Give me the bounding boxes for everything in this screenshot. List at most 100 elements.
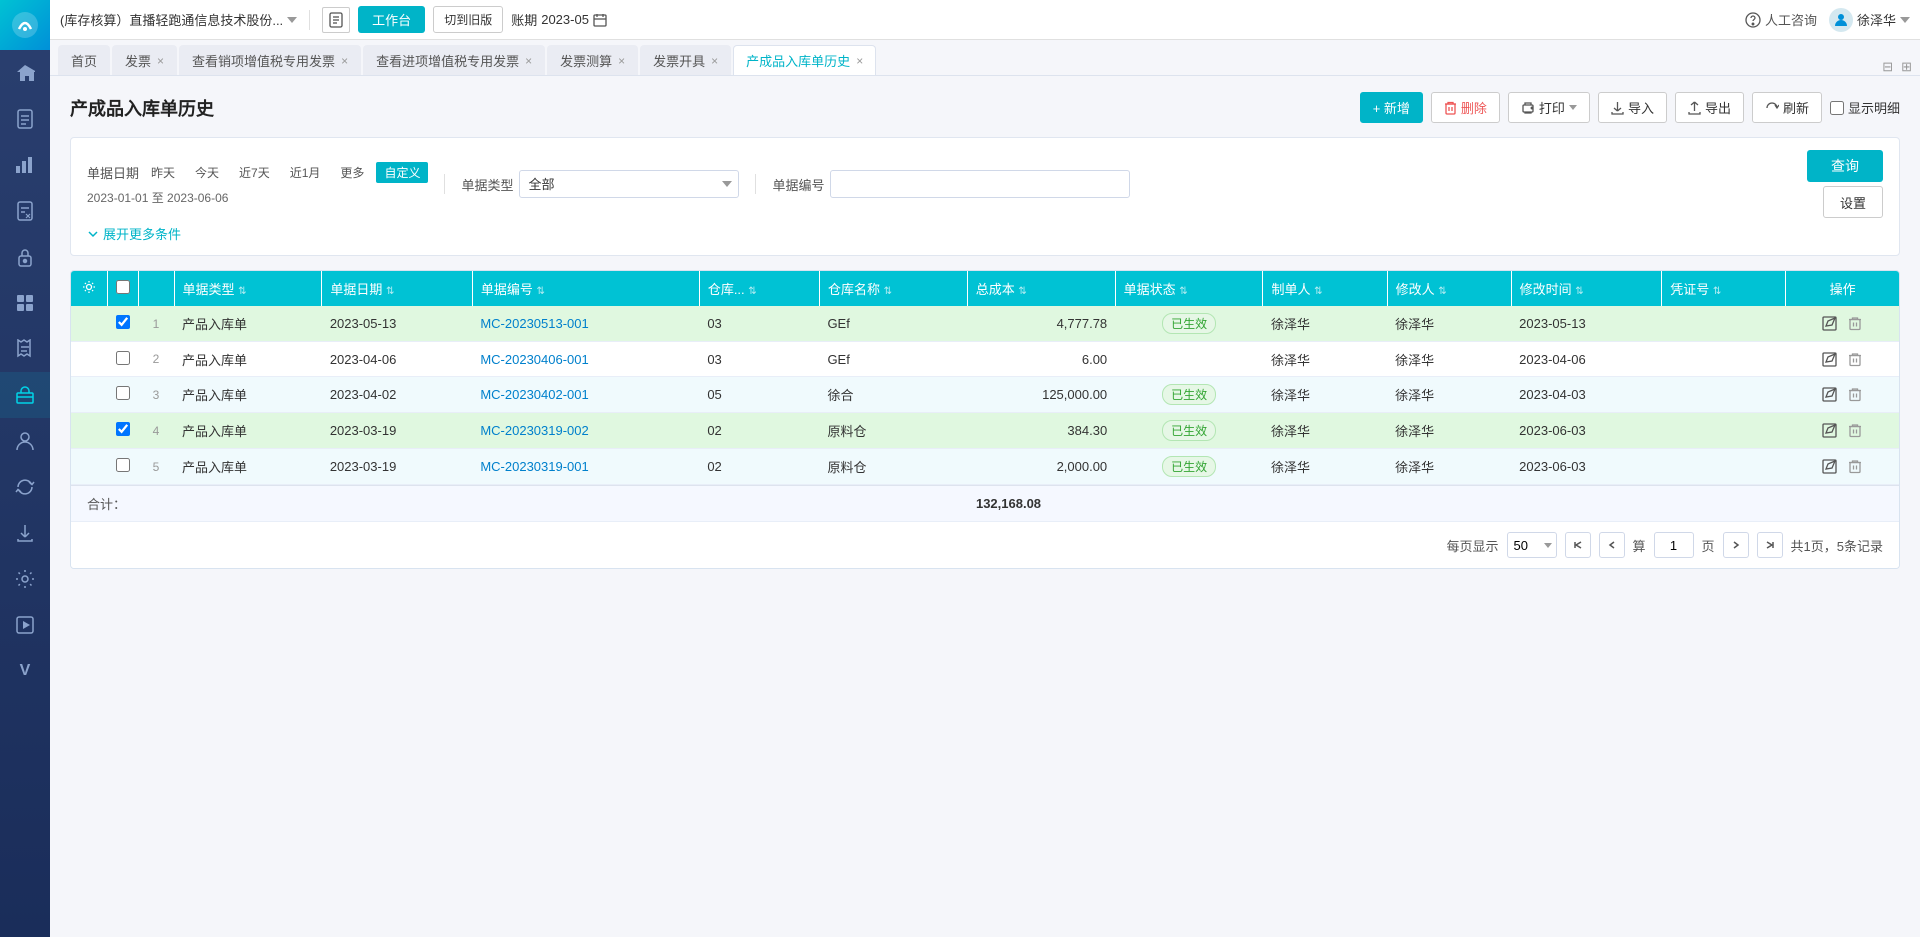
edit-icon[interactable] bbox=[1819, 314, 1839, 334]
delete-row-icon[interactable] bbox=[1845, 349, 1865, 369]
per-page-select[interactable]: 50 100 200 bbox=[1507, 532, 1557, 558]
date-custom[interactable]: 自定义 bbox=[376, 162, 428, 183]
page-prev-btn[interactable] bbox=[1599, 532, 1625, 558]
row-checkbox[interactable] bbox=[116, 386, 130, 400]
row-checkbox[interactable] bbox=[116, 351, 130, 365]
doc-number-link[interactable]: MC-20230402-001 bbox=[480, 387, 588, 402]
sidebar-item-grid[interactable] bbox=[0, 280, 50, 326]
page-last-btn[interactable] bbox=[1757, 532, 1783, 558]
sidebar-item-v[interactable]: V bbox=[0, 648, 50, 694]
sidebar-item-person[interactable] bbox=[0, 418, 50, 464]
row-checkbox[interactable] bbox=[116, 315, 130, 329]
th-modifier[interactable]: 修改人 ⇅ bbox=[1387, 271, 1511, 306]
tab-sales-vat[interactable]: 查看销项增值税专用发票 × bbox=[179, 45, 361, 75]
td-number[interactable]: MC-20230513-001 bbox=[472, 306, 699, 342]
edit-icon[interactable] bbox=[1819, 457, 1839, 477]
sidebar-item-sync[interactable] bbox=[0, 464, 50, 510]
tab-purchase-vat-close[interactable]: × bbox=[525, 54, 532, 68]
doc-number-link[interactable]: MC-20230513-001 bbox=[480, 316, 588, 331]
tab-home[interactable]: 首页 bbox=[58, 45, 110, 75]
tab-sales-vat-close[interactable]: × bbox=[341, 54, 348, 68]
th-creator[interactable]: 制单人 ⇅ bbox=[1263, 271, 1387, 306]
sidebar-item-tax[interactable] bbox=[0, 188, 50, 234]
sidebar-item-download[interactable] bbox=[0, 510, 50, 556]
th-warehouse-name[interactable]: 仓库名称 ⇅ bbox=[819, 271, 967, 306]
sidebar-item-home[interactable] bbox=[0, 50, 50, 96]
query-button[interactable]: 查询 bbox=[1807, 150, 1883, 182]
date-yesterday[interactable]: 昨天 bbox=[143, 162, 183, 183]
th-voucher[interactable]: 凭证号 ⇅ bbox=[1662, 271, 1786, 306]
set-button[interactable]: 设置 bbox=[1823, 186, 1883, 218]
tab-invoice-open[interactable]: 发票开具 × bbox=[640, 45, 731, 75]
refresh-button[interactable]: 刷新 bbox=[1752, 92, 1822, 123]
print-button[interactable]: 打印 bbox=[1508, 92, 1590, 123]
type-filter-select[interactable]: 全部 bbox=[519, 170, 739, 198]
select-all-checkbox[interactable] bbox=[116, 280, 130, 294]
date-1month[interactable]: 近1月 bbox=[282, 162, 329, 183]
app-logo[interactable] bbox=[0, 0, 50, 50]
th-warehouse-code[interactable]: 仓库... ⇅ bbox=[699, 271, 819, 306]
sidebar-item-receipt[interactable] bbox=[0, 326, 50, 372]
td-number[interactable]: MC-20230406-001 bbox=[472, 342, 699, 377]
tab-invoice-calc[interactable]: 发票测算 × bbox=[547, 45, 638, 75]
tab-invoice[interactable]: 发票 × bbox=[112, 45, 177, 75]
tab-invoice-close[interactable]: × bbox=[157, 54, 164, 68]
show-detail-checkbox[interactable] bbox=[1830, 101, 1844, 115]
workbench-button[interactable]: 工作台 bbox=[358, 6, 425, 33]
delete-row-icon[interactable] bbox=[1845, 421, 1865, 441]
td-checkbox[interactable] bbox=[107, 413, 138, 449]
sidebar-item-box[interactable] bbox=[0, 372, 50, 418]
th-total-cost[interactable]: 总成本 ⇅ bbox=[967, 271, 1115, 306]
th-number[interactable]: 单据编号 ⇅ bbox=[472, 271, 699, 306]
page-first-btn[interactable] bbox=[1565, 532, 1591, 558]
delete-row-icon[interactable] bbox=[1845, 385, 1865, 405]
th-date[interactable]: 单据日期 ⇅ bbox=[322, 271, 473, 306]
date-7days[interactable]: 近7天 bbox=[231, 162, 278, 183]
tab-purchase-vat[interactable]: 查看进项增值税专用发票 × bbox=[363, 45, 545, 75]
td-number[interactable]: MC-20230402-001 bbox=[472, 377, 699, 413]
tab-invoice-calc-close[interactable]: × bbox=[618, 54, 625, 68]
window-minimize-icon[interactable]: ⊟ bbox=[1882, 59, 1893, 75]
company-selector[interactable]: (库存核算）直播轻跑通信息技术股份... bbox=[60, 10, 297, 29]
sidebar-item-lock[interactable] bbox=[0, 234, 50, 280]
show-detail-toggle[interactable]: 显示明细 bbox=[1830, 98, 1900, 117]
td-checkbox[interactable] bbox=[107, 449, 138, 485]
sidebar-item-play[interactable] bbox=[0, 602, 50, 648]
row-checkbox[interactable] bbox=[116, 422, 130, 436]
th-checkbox[interactable] bbox=[107, 271, 138, 306]
doc-number-link[interactable]: MC-20230406-001 bbox=[480, 352, 588, 367]
row-checkbox[interactable] bbox=[116, 458, 130, 472]
doc-number-link[interactable]: MC-20230319-002 bbox=[480, 423, 588, 438]
td-checkbox[interactable] bbox=[107, 306, 138, 342]
date-today[interactable]: 今天 bbox=[187, 162, 227, 183]
th-status[interactable]: 单据状态 ⇅ bbox=[1115, 271, 1263, 306]
expand-more-conditions[interactable]: 展开更多条件 bbox=[87, 224, 1883, 243]
page-number-input[interactable] bbox=[1654, 532, 1694, 558]
td-checkbox[interactable] bbox=[107, 342, 138, 377]
page-next-btn[interactable] bbox=[1723, 532, 1749, 558]
tab-invoice-open-close[interactable]: × bbox=[711, 54, 718, 68]
number-filter-input[interactable] bbox=[830, 170, 1130, 198]
td-number[interactable]: MC-20230319-001 bbox=[472, 449, 699, 485]
history-version-button[interactable]: 切到旧版 bbox=[433, 6, 503, 33]
sidebar-item-docs[interactable] bbox=[0, 96, 50, 142]
date-more[interactable]: 更多 bbox=[332, 162, 372, 183]
th-settings[interactable] bbox=[71, 271, 107, 306]
edit-icon[interactable] bbox=[1819, 421, 1839, 441]
sidebar-item-settings[interactable] bbox=[0, 556, 50, 602]
th-modify-time[interactable]: 修改时间 ⇅ bbox=[1511, 271, 1662, 306]
edit-icon[interactable] bbox=[1819, 349, 1839, 369]
sidebar-item-chart[interactable] bbox=[0, 142, 50, 188]
export-button[interactable]: 导出 bbox=[1675, 92, 1744, 123]
window-maximize-icon[interactable]: ⊞ bbox=[1901, 59, 1912, 75]
document-icon-btn[interactable] bbox=[322, 7, 350, 33]
edit-icon[interactable] bbox=[1819, 385, 1839, 405]
tab-product-history-close[interactable]: × bbox=[856, 54, 863, 68]
delete-row-icon[interactable] bbox=[1845, 457, 1865, 477]
user-menu[interactable]: 徐泽华 bbox=[1829, 8, 1910, 32]
delete-button[interactable]: 删除 bbox=[1431, 92, 1500, 123]
consult-button[interactable]: 人工咨询 bbox=[1745, 10, 1817, 29]
doc-number-link[interactable]: MC-20230319-001 bbox=[480, 459, 588, 474]
td-number[interactable]: MC-20230319-002 bbox=[472, 413, 699, 449]
import-button[interactable]: 导入 bbox=[1598, 92, 1667, 123]
